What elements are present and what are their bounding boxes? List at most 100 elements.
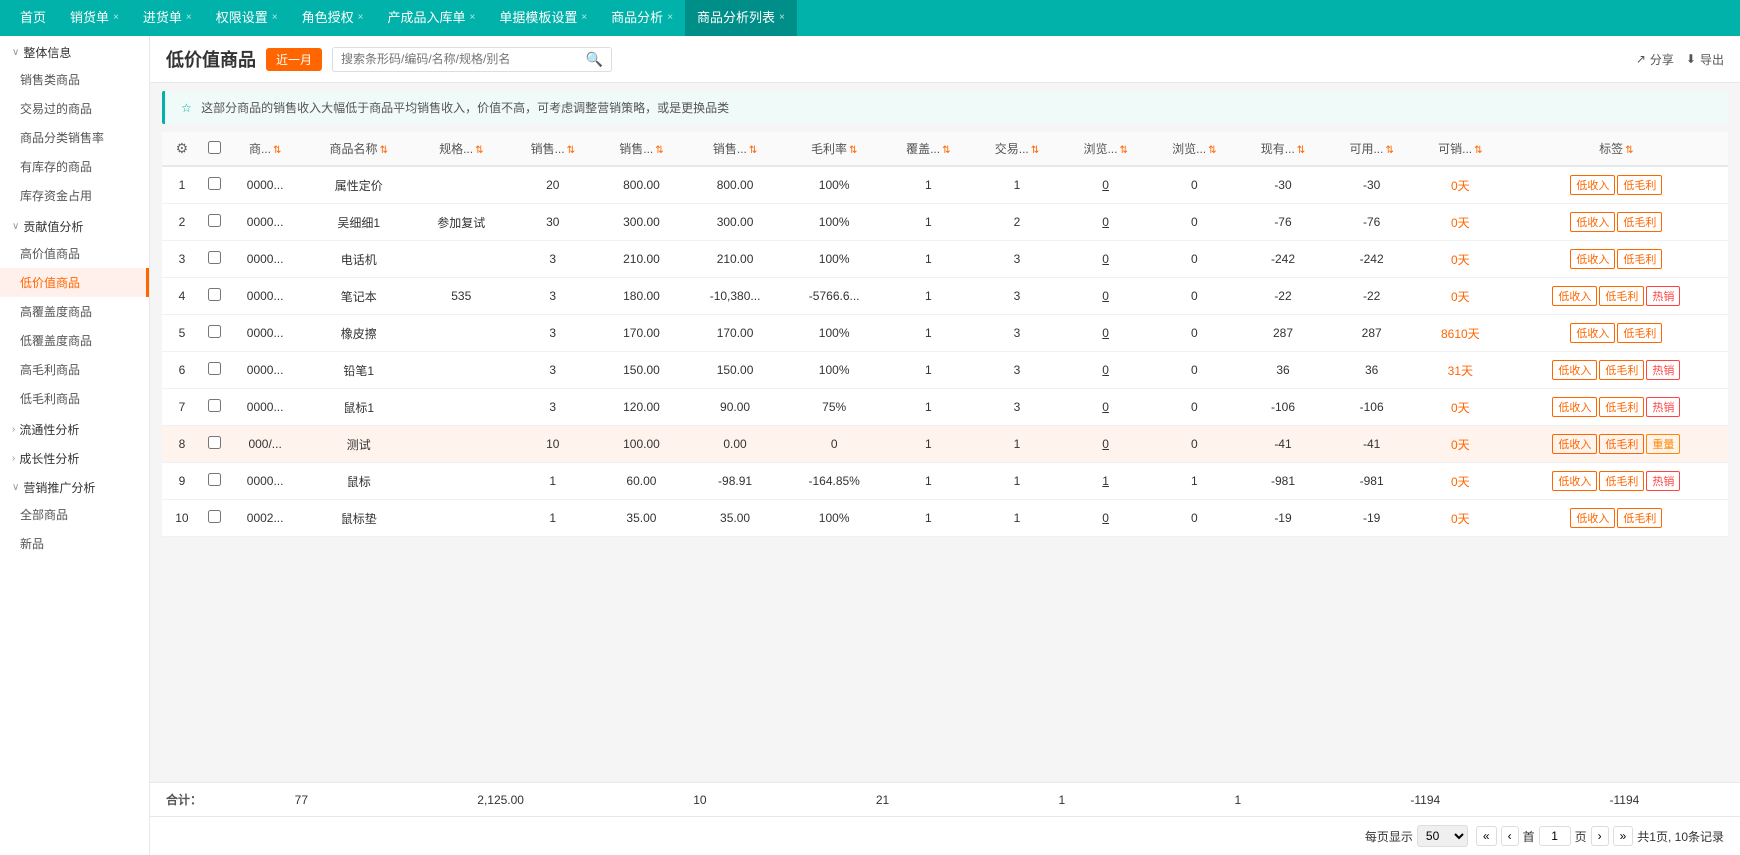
col-trade-count[interactable]: 交易...⇅	[973, 132, 1062, 166]
col-coverage[interactable]: 覆盖...⇅	[884, 132, 973, 166]
row-checkbox-cell[interactable]	[202, 426, 227, 463]
col-settings[interactable]: ⚙	[162, 132, 202, 166]
row-browse1[interactable]: 0	[1061, 500, 1150, 537]
sidebar-group-overall[interactable]: ∨ 整体信息	[0, 36, 149, 65]
row-checkbox[interactable]	[208, 325, 221, 338]
nav-close-icon[interactable]: ×	[779, 0, 785, 36]
row-checkbox-cell[interactable]	[202, 315, 227, 352]
sidebar-item-category-rate[interactable]: 商品分类销售率	[0, 123, 149, 152]
col-tags[interactable]: 标签⇅	[1505, 132, 1728, 166]
col-browse1[interactable]: 浏览...⇅	[1061, 132, 1150, 166]
col-code[interactable]: 商...⇅	[227, 132, 304, 166]
nav-close-icon[interactable]: ×	[667, 0, 673, 36]
row-browse1[interactable]: 0	[1061, 352, 1150, 389]
prev-page-btn[interactable]: ‹	[1501, 826, 1519, 846]
browse1-link[interactable]: 1	[1102, 474, 1109, 488]
row-checkbox-cell[interactable]	[202, 352, 227, 389]
export-button[interactable]: ⬇ 导出	[1686, 51, 1724, 68]
sidebar-group-circulation[interactable]: › 流通性分析	[0, 413, 149, 442]
last-page-btn[interactable]: »	[1613, 826, 1634, 846]
row-checkbox-cell[interactable]	[202, 500, 227, 537]
nav-close-icon[interactable]: ×	[469, 0, 475, 36]
row-checkbox-cell[interactable]	[202, 204, 227, 241]
col-browse2[interactable]: 浏览...⇅	[1150, 132, 1239, 166]
row-checkbox[interactable]	[208, 288, 221, 301]
nav-role-auth[interactable]: 角色授权 ×	[290, 0, 376, 36]
nav-close-icon[interactable]: ×	[272, 0, 278, 36]
browse1-link[interactable]: 0	[1102, 252, 1109, 266]
row-checkbox[interactable]	[208, 251, 221, 264]
col-sale-qty[interactable]: 销售...⇅	[508, 132, 597, 166]
sidebar-item-stocked-products[interactable]: 有库存的商品	[0, 152, 149, 181]
sidebar-item-new-products[interactable]: 新品	[0, 529, 149, 558]
first-page-btn[interactable]: «	[1476, 826, 1497, 846]
row-checkbox-cell[interactable]	[202, 389, 227, 426]
row-checkbox-cell[interactable]	[202, 166, 227, 204]
col-margin[interactable]: 毛利率⇅	[784, 132, 884, 166]
row-browse1[interactable]: 0	[1061, 166, 1150, 204]
sidebar-item-high-value[interactable]: 高价值商品	[0, 239, 149, 268]
sidebar-group-growth[interactable]: › 成长性分析	[0, 442, 149, 471]
col-sale-amt[interactable]: 销售...⇅	[597, 132, 686, 166]
nav-permission[interactable]: 权限设置 ×	[204, 0, 290, 36]
nav-close-icon[interactable]: ×	[358, 0, 364, 36]
page-number-input[interactable]	[1539, 826, 1571, 846]
time-filter-button[interactable]: 近一月	[266, 48, 322, 71]
sidebar-item-all-products[interactable]: 全部商品	[0, 500, 149, 529]
row-checkbox[interactable]	[208, 177, 221, 190]
browse1-link[interactable]: 0	[1102, 178, 1109, 192]
row-checkbox[interactable]	[208, 362, 221, 375]
browse1-link[interactable]: 0	[1102, 511, 1109, 525]
browse1-link[interactable]: 0	[1102, 363, 1109, 377]
col-spec[interactable]: 规格...⇅	[414, 132, 508, 166]
nav-sales-order[interactable]: 销货单 ×	[58, 0, 131, 36]
sidebar-item-low-value[interactable]: 低价值商品	[0, 268, 149, 297]
nav-home[interactable]: 首页	[8, 0, 58, 36]
row-checkbox[interactable]	[208, 436, 221, 449]
per-page-select[interactable]: 50 100 200	[1417, 825, 1468, 847]
browse1-link[interactable]: 0	[1102, 326, 1109, 340]
sidebar-item-stock-capital[interactable]: 库存资金占用	[0, 181, 149, 210]
col-available[interactable]: 可用...⇅	[1327, 132, 1416, 166]
row-checkbox[interactable]	[208, 214, 221, 227]
next-page-btn[interactable]: ›	[1591, 826, 1609, 846]
row-checkbox-cell[interactable]	[202, 463, 227, 500]
row-browse1[interactable]: 0	[1061, 315, 1150, 352]
browse1-link[interactable]: 0	[1102, 437, 1109, 451]
row-checkbox[interactable]	[208, 510, 221, 523]
browse1-link[interactable]: 0	[1102, 215, 1109, 229]
nav-product-in[interactable]: 产成品入库单 ×	[375, 0, 487, 36]
nav-close-icon[interactable]: ×	[113, 0, 119, 36]
nav-close-icon[interactable]: ×	[186, 0, 192, 36]
row-browse1[interactable]: 0	[1061, 389, 1150, 426]
row-browse1[interactable]: 0	[1061, 426, 1150, 463]
search-icon[interactable]: 🔍	[586, 51, 603, 68]
row-checkbox[interactable]	[208, 473, 221, 486]
browse1-link[interactable]: 0	[1102, 400, 1109, 414]
search-input[interactable]	[341, 52, 582, 66]
sidebar-item-low-margin[interactable]: 低毛利商品	[0, 384, 149, 413]
sidebar-item-high-coverage[interactable]: 高覆盖度商品	[0, 297, 149, 326]
nav-close-icon[interactable]: ×	[581, 0, 587, 36]
select-all-checkbox[interactable]	[208, 141, 221, 154]
sidebar-group-contribution[interactable]: ∨ 贡献值分析	[0, 210, 149, 239]
col-name[interactable]: 商品名称⇅	[303, 132, 414, 166]
sidebar-group-marketing[interactable]: ∨ 营销推广分析	[0, 471, 149, 500]
nav-product-analysis[interactable]: 商品分析 ×	[599, 0, 685, 36]
row-browse1[interactable]: 0	[1061, 241, 1150, 278]
row-checkbox-cell[interactable]	[202, 241, 227, 278]
settings-icon[interactable]: ⚙	[176, 140, 189, 156]
sidebar-item-traded-products[interactable]: 交易过的商品	[0, 94, 149, 123]
nav-purchase-order[interactable]: 进货单 ×	[131, 0, 204, 36]
sidebar-item-high-margin[interactable]: 高毛利商品	[0, 355, 149, 384]
sidebar-item-low-coverage[interactable]: 低覆盖度商品	[0, 326, 149, 355]
row-browse1[interactable]: 0	[1061, 278, 1150, 315]
col-checkbox[interactable]	[202, 132, 227, 166]
browse1-link[interactable]: 0	[1102, 289, 1109, 303]
sidebar-item-sales-products[interactable]: 销售类商品	[0, 65, 149, 94]
row-browse1[interactable]: 0	[1061, 204, 1150, 241]
share-button[interactable]: ↗ 分享	[1636, 51, 1674, 68]
col-current-stock[interactable]: 现有...⇅	[1239, 132, 1328, 166]
row-checkbox-cell[interactable]	[202, 278, 227, 315]
row-browse1[interactable]: 1	[1061, 463, 1150, 500]
